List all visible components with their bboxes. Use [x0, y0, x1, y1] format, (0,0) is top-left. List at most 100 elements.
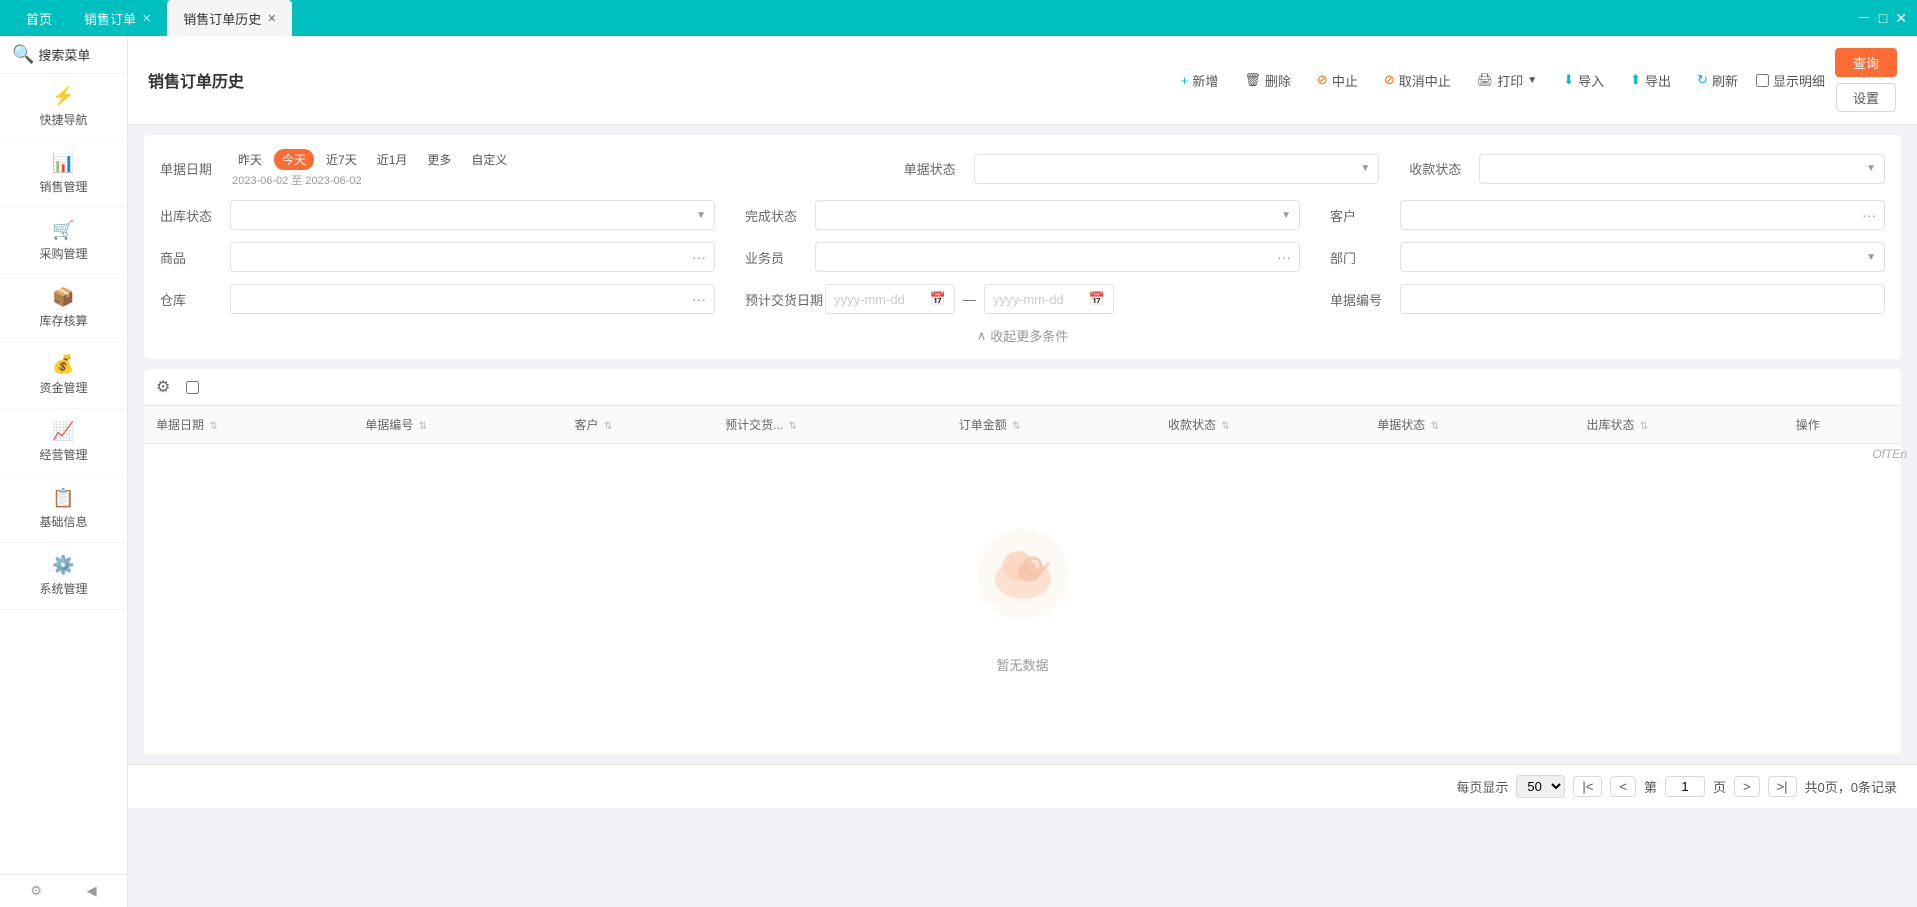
status-select[interactable]: ▼	[974, 154, 1380, 184]
sidebar-item-purchase-mgmt[interactable]: 🛒 采购管理	[0, 208, 127, 275]
close-window-icon[interactable]: ✕	[1895, 10, 1907, 27]
status-label: 单据状态	[904, 159, 974, 178]
sidebar-bottom: ⚙ ◀	[0, 874, 127, 907]
export-button[interactable]: ⬆ 导出	[1622, 67, 1679, 94]
delivery-date-to-picker[interactable]: yyyy-mm-dd 📅	[984, 284, 1114, 314]
dept-label: 部门	[1330, 248, 1400, 267]
select-all-checkbox[interactable]	[186, 381, 199, 394]
maximize-icon[interactable]: □	[1879, 10, 1887, 26]
tab-sales-order[interactable]: 销售订单 ✕	[68, 0, 167, 36]
date-tab-today[interactable]: 今天	[274, 149, 314, 170]
date-tab-yesterday[interactable]: 昨天	[230, 149, 270, 170]
sidebar-item-sys-mgmt[interactable]: ⚙️ 系统管理	[0, 543, 127, 610]
date-range-text: 2023-06-02 至 2023-06-02	[232, 172, 515, 188]
collapse-button[interactable]: ∧ 收起更多条件	[160, 326, 1885, 345]
add-label: 新增	[1192, 71, 1218, 90]
next-page-button[interactable]: >	[1734, 776, 1760, 797]
warehouse-ellipsis[interactable]: ···	[692, 291, 706, 307]
display-detail-checkbox[interactable]	[1756, 74, 1769, 87]
tab-sales-order-label: 销售订单	[84, 9, 136, 28]
sidebar-item-ops[interactable]: 📈 经营管理	[0, 409, 127, 476]
sort-delivery-status-icon[interactable]: ⇅	[1640, 421, 1648, 432]
date-tab-more[interactable]: 更多	[419, 149, 459, 170]
customer-select[interactable]: ···	[1400, 200, 1885, 230]
docno-input[interactable]	[1400, 284, 1885, 314]
sidebar-inventory-label: 库存核算	[39, 312, 87, 329]
tab-sales-order-close[interactable]: ✕	[142, 12, 151, 25]
payment-select[interactable]: ▼	[1479, 154, 1885, 184]
delivery-select[interactable]: ▼	[230, 200, 715, 230]
salesperson-select[interactable]: ···	[815, 242, 1300, 272]
table-settings-icon[interactable]: ⚙	[156, 377, 170, 397]
refresh-button[interactable]: ↻ 刷新	[1689, 67, 1746, 94]
warehouse-select[interactable]: ···	[230, 284, 715, 314]
sort-amount-icon[interactable]: ⇅	[1012, 421, 1020, 432]
sort-date-icon[interactable]: ⇅	[209, 421, 217, 432]
salesperson-ellipsis[interactable]: ···	[1277, 249, 1291, 265]
refresh-label: 刷新	[1712, 71, 1738, 90]
filter-goods-item: 商品 ···	[160, 242, 715, 272]
sidebar-item-search-menu[interactable]: 🔍 搜索菜单	[0, 36, 127, 74]
delivery-date-from-picker[interactable]: yyyy-mm-dd 📅	[825, 284, 955, 314]
sidebar-item-quick-nav[interactable]: ⚡ 快捷导航	[0, 74, 127, 141]
setting-button[interactable]: 设置	[1836, 83, 1896, 112]
sort-payment-icon[interactable]: ⇅	[1221, 421, 1229, 432]
sidebar-item-sales-mgmt[interactable]: 📊 销售管理	[0, 141, 127, 208]
col-date: 单据日期 ⇅	[144, 406, 353, 444]
date-tabs: 昨天 今天 近7天 近1月 更多 自定义	[230, 149, 515, 170]
filter-row-2: 出库状态 ▼ 完成状态 ▼ 客户	[160, 200, 1885, 230]
purchase-mgmt-icon: 🛒	[52, 220, 74, 241]
tab-home[interactable]: 首页	[10, 0, 68, 36]
display-detail-checkbox-wrapper[interactable]: 显示明细	[1756, 71, 1825, 90]
data-table: 单据日期 ⇅ 单据编号 ⇅ 客户 ⇅ 预计交货...	[144, 406, 1901, 444]
page-suffix-label: 页	[1713, 777, 1726, 796]
tab-sales-order-history-close[interactable]: ✕	[267, 12, 276, 25]
prev-page-button[interactable]: <	[1610, 776, 1636, 797]
inventory-icon: 📦	[52, 287, 74, 308]
minimize-icon[interactable]: －	[1857, 8, 1871, 28]
import-button[interactable]: ⬇ 导入	[1555, 67, 1612, 94]
col-delivery-status: 出库状态 ⇅	[1574, 406, 1783, 444]
page-number-input[interactable]	[1665, 776, 1705, 797]
date-tab-1month[interactable]: 近1月	[369, 149, 416, 170]
goods-ellipsis[interactable]: ···	[692, 249, 706, 265]
collapse-label: 收起更多条件	[990, 326, 1068, 345]
date-tab-7days[interactable]: 近7天	[318, 149, 365, 170]
filter-row-4: 仓库 ··· 预计交货日期 yyyy-mm-dd 📅 —	[160, 284, 1885, 314]
sidebar-item-finance[interactable]: 💰 资金管理	[0, 342, 127, 409]
customer-ellipsis[interactable]: ···	[1862, 207, 1876, 223]
col-doc-status-label: 单据状态	[1377, 418, 1425, 432]
cancel-stop-button[interactable]: ⊘ 取消中止	[1376, 67, 1459, 94]
sort-customer-icon[interactable]: ⇅	[604, 421, 612, 432]
print-button[interactable]: 🖨 打印 ▼	[1469, 67, 1545, 94]
sidebar-item-basic-info[interactable]: 📋 基础信息	[0, 476, 127, 543]
date-tab-custom[interactable]: 自定义	[463, 149, 515, 170]
query-button[interactable]: 查询	[1835, 48, 1897, 77]
delete-icon: 🗑	[1244, 72, 1261, 88]
sales-mgmt-icon: 📊	[52, 153, 74, 174]
sidebar-ops-label: 经营管理	[39, 446, 87, 463]
goods-select[interactable]: ···	[230, 242, 715, 272]
sidebar-quick-nav-label: 快捷导航	[39, 111, 87, 128]
col-date-label: 单据日期	[156, 418, 204, 432]
sidebar-collapse-icon[interactable]: ◀	[87, 883, 97, 899]
last-page-button[interactable]: >|	[1768, 776, 1797, 797]
filter-delivery-date-item: 预计交货日期 yyyy-mm-dd 📅 — yyyy-mm-dd 📅	[745, 284, 1300, 314]
delete-button[interactable]: 🗑 删除	[1236, 67, 1299, 94]
complete-select[interactable]: ▼	[815, 200, 1300, 230]
sort-doc-status-icon[interactable]: ⇅	[1431, 421, 1439, 432]
sort-expected-icon[interactable]: ⇅	[789, 421, 797, 432]
sidebar-item-inventory[interactable]: 📦 库存核算	[0, 275, 127, 342]
per-page-select[interactable]: 50	[1516, 775, 1565, 798]
display-detail-label: 显示明细	[1773, 71, 1825, 90]
sidebar-settings-icon[interactable]: ⚙	[30, 883, 42, 899]
tab-sales-order-history[interactable]: 销售订单历史 ✕	[167, 0, 292, 36]
first-page-button[interactable]: |<	[1573, 776, 1602, 797]
stop-button[interactable]: ⊘ 中止	[1309, 67, 1366, 94]
sort-no-icon[interactable]: ⇅	[419, 421, 427, 432]
dept-select[interactable]: ▼	[1400, 242, 1885, 272]
import-icon: ⬇	[1563, 72, 1574, 88]
add-button[interactable]: + 新增	[1173, 67, 1227, 94]
col-customer-label: 客户	[574, 418, 598, 432]
filter-row-3: 商品 ··· 业务员 ··· 部门	[160, 242, 1885, 272]
